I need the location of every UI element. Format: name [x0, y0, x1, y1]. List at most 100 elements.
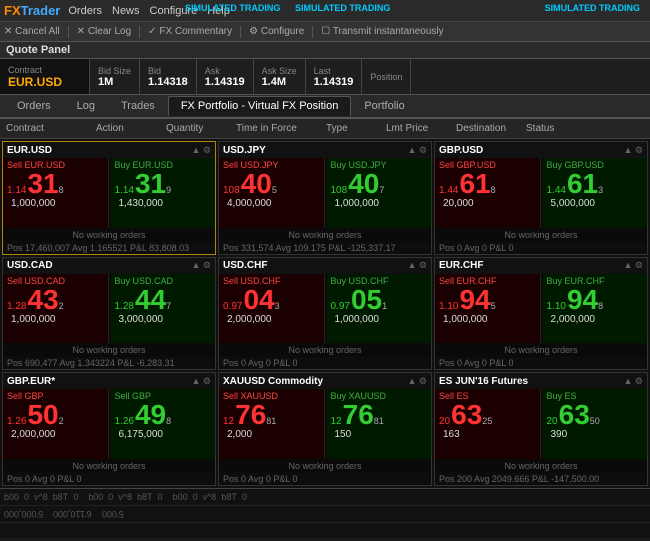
fx-tile-7[interactable]: XAUUSD Commodity ▲ ⚙ Sell XAUUSD 12 76 8…: [218, 372, 432, 486]
transmit-checkbox[interactable]: ☐ Transmit instantaneously: [321, 26, 443, 37]
fx-commentary-button[interactable]: ✓ FX Commentary: [148, 26, 232, 37]
menu-orders[interactable]: Orders: [68, 5, 102, 17]
tile-icons-3: ▲ ⚙: [192, 260, 211, 271]
tab-fx-portfolio[interactable]: FX Portfolio - Virtual FX Position: [168, 96, 352, 116]
tile-buy-8[interactable]: Buy ES 20 63 50 390: [543, 389, 648, 459]
buy-big-6: 49: [135, 401, 166, 429]
tile-buy-3[interactable]: Buy USD.CAD 1.28 44 7 3,000,000: [111, 274, 216, 344]
sell-sup-1: 5: [272, 185, 277, 195]
ask-label: Ask: [205, 66, 245, 76]
sell-qty-1: 4,000,000: [223, 198, 320, 209]
tile-symbol-5: EUR.CHF: [439, 260, 483, 271]
tile-sell-8[interactable]: Sell ES 20 63 25 163: [435, 389, 541, 459]
fx-tile-3[interactable]: USD.CAD ▲ ⚙ Sell USD.CAD 1.28 43 2 1,000…: [2, 257, 216, 371]
tile-buy-2[interactable]: Buy GBP.USD 1.44 61 3 5,000,000: [543, 158, 648, 228]
toolbar-separator-2: [139, 26, 140, 38]
sell-big-1: 40: [241, 170, 272, 198]
tile-sell-0[interactable]: Sell EUR.USD 1.14 31 8 1,000,000: [3, 158, 109, 228]
tile-sell-7[interactable]: Sell XAUUSD 12 76 81 2,000: [219, 389, 325, 459]
tile-no-orders-1: No working orders: [219, 228, 431, 242]
tile-prices-6: Sell GBP 1.26 50 2 2,000,000 Sell GBP 1.…: [3, 389, 215, 459]
buy-price-main-3: 1.28 44 7: [115, 286, 212, 314]
sell-sup-3: 2: [59, 301, 64, 311]
tile-prices-2: Sell GBP.USD 1.44 61 8 20,000 Buy GBP.US…: [435, 158, 647, 228]
tab-log[interactable]: Log: [64, 96, 108, 116]
fx-tile-8[interactable]: ES JUN'16 Futures ▲ ⚙ Sell ES 20 63 25 1…: [434, 372, 648, 486]
buy-price-main-2: 1.44 61 3: [547, 170, 644, 198]
last-value: 1.14319: [314, 76, 354, 88]
tile-sell-1[interactable]: Sell USD.JPY 108 40 5 4,000,000: [219, 158, 325, 228]
tile-header-7: XAUUSD Commodity ▲ ⚙: [219, 373, 431, 389]
buy-sup-8: 50: [590, 416, 600, 426]
fx-tile-4[interactable]: USD.CHF ▲ ⚙ Sell USD.CHF 0.97 04 3 2,000…: [218, 257, 432, 371]
sell-sup-6: 2: [59, 416, 64, 426]
buy-big-2: 61: [567, 170, 598, 198]
tile-icons-7: ▲ ⚙: [408, 376, 427, 387]
buy-qty-1: 1,000,000: [331, 198, 428, 209]
bid-value: 1.14318: [148, 76, 188, 88]
tile-buy-6[interactable]: Sell GBP 1.26 49 8 6,175,000: [111, 389, 216, 459]
tile-icons-8: ▲ ⚙: [624, 376, 643, 387]
tile-sell-4[interactable]: Sell USD.CHF 0.97 04 3 2,000,000: [219, 274, 325, 344]
tile-buy-5[interactable]: Buy EUR.CHF 1.10 94 8 2,000,000: [543, 274, 648, 344]
tile-no-orders-0: No working orders: [3, 228, 215, 242]
buy-big-8: 63: [559, 401, 590, 429]
buy-price-main-1: 108 40 7: [331, 170, 428, 198]
tile-buy-0[interactable]: Buy EUR.USD 1.14 31 9 1,430,000: [111, 158, 216, 228]
cancel-all-button[interactable]: ✕ Cancel All: [4, 26, 60, 37]
fx-tile-0[interactable]: EUR.USD ▲ ⚙ Sell EUR.USD 1.14 31 8 1,000…: [2, 141, 216, 255]
status-row-2: 5'000,000 6'110,000 5'000: [0, 506, 650, 523]
fx-tile-2[interactable]: GBP.USD ▲ ⚙ Sell GBP.USD 1.44 61 8 20,00…: [434, 141, 648, 255]
quote-symbol: EUR.USD: [8, 75, 81, 89]
tile-no-orders-5: No working orders: [435, 343, 647, 357]
tile-footer-5: Pos 0 Avg 0 P&L 0: [435, 357, 647, 369]
tile-no-orders-7: No working orders: [219, 459, 431, 473]
sell-qty-7: 2,000: [223, 429, 320, 440]
tile-prices-4: Sell USD.CHF 0.97 04 3 2,000,000 Buy USD…: [219, 274, 431, 344]
tile-footer-3: Pos 690,477 Avg 1.343224 P&L -6,283.31: [3, 357, 215, 369]
tile-footer-4: Pos 0 Avg 0 P&L 0: [219, 357, 431, 369]
col-type: Type: [320, 123, 380, 134]
tile-header-6: GBP.EUR* ▲ ⚙: [3, 373, 215, 389]
sell-sup-8: 25: [482, 416, 492, 426]
buy-qty-2: 5,000,000: [547, 198, 644, 209]
ask-size-label: Ask Size: [262, 66, 297, 76]
tile-sell-6[interactable]: Sell GBP 1.26 50 2 2,000,000: [3, 389, 109, 459]
tile-buy-1[interactable]: Buy USD.JPY 108 40 7 1,000,000: [327, 158, 432, 228]
tile-header-4: USD.CHF ▲ ⚙: [219, 258, 431, 274]
toolbar-separator-3: [240, 26, 241, 38]
sell-qty-2: 20,000: [439, 198, 536, 209]
fx-tile-5[interactable]: EUR.CHF ▲ ⚙ Sell EUR.CHF 1.10 94 5 1,000…: [434, 257, 648, 371]
sell-big-3: 43: [27, 286, 58, 314]
tile-buy-4[interactable]: Buy USD.CHF 0.97 05 1 1,000,000: [327, 274, 432, 344]
sell-qty-6: 2,000,000: [7, 429, 104, 440]
tile-header-8: ES JUN'16 Futures ▲ ⚙: [435, 373, 647, 389]
sell-big-7: 76: [235, 401, 266, 429]
menu-news[interactable]: News: [112, 5, 140, 17]
col-time-in-force: Time in Force: [230, 123, 320, 134]
ask-size-value: 1.4M: [262, 76, 297, 88]
tile-sell-3[interactable]: Sell USD.CAD 1.28 43 2 1,000,000: [3, 274, 109, 344]
sell-price-main-0: 1.14 31 8: [7, 170, 104, 198]
sell-price-main-3: 1.28 43 2: [7, 286, 104, 314]
buy-price-main-6: 1.26 49 8: [115, 401, 212, 429]
tile-icons-6: ▲ ⚙: [192, 376, 211, 387]
tile-sell-5[interactable]: Sell EUR.CHF 1.10 94 5 1,000,000: [435, 274, 541, 344]
fx-tile-1[interactable]: USD.JPY ▲ ⚙ Sell USD.JPY 108 40 5 4,000,…: [218, 141, 432, 255]
tab-trades[interactable]: Trades: [108, 96, 168, 116]
quote-contract-col: Contract EUR.USD: [0, 59, 90, 94]
sell-big-2: 61: [459, 170, 490, 198]
tab-portfolio[interactable]: Portfolio: [351, 96, 417, 116]
buy-sup-7: 81: [374, 416, 384, 426]
clear-log-button[interactable]: ✕ Clear Log: [77, 26, 132, 37]
tile-buy-7[interactable]: Buy XAUUSD 12 76 81 150: [327, 389, 432, 459]
sell-qty-4: 2,000,000: [223, 314, 320, 325]
buy-price-main-7: 12 76 81: [331, 401, 428, 429]
tab-orders[interactable]: Orders: [4, 96, 64, 116]
quote-panel-title: Quote Panel: [0, 42, 650, 59]
fx-tile-6[interactable]: GBP.EUR* ▲ ⚙ Sell GBP 1.26 50 2 2,000,00…: [2, 372, 216, 486]
configure-button[interactable]: ⚙ Configure: [249, 26, 304, 37]
tile-sell-2[interactable]: Sell GBP.USD 1.44 61 8 20,000: [435, 158, 541, 228]
buy-qty-6: 6,175,000: [115, 429, 212, 440]
sell-price-main-7: 12 76 81: [223, 401, 320, 429]
